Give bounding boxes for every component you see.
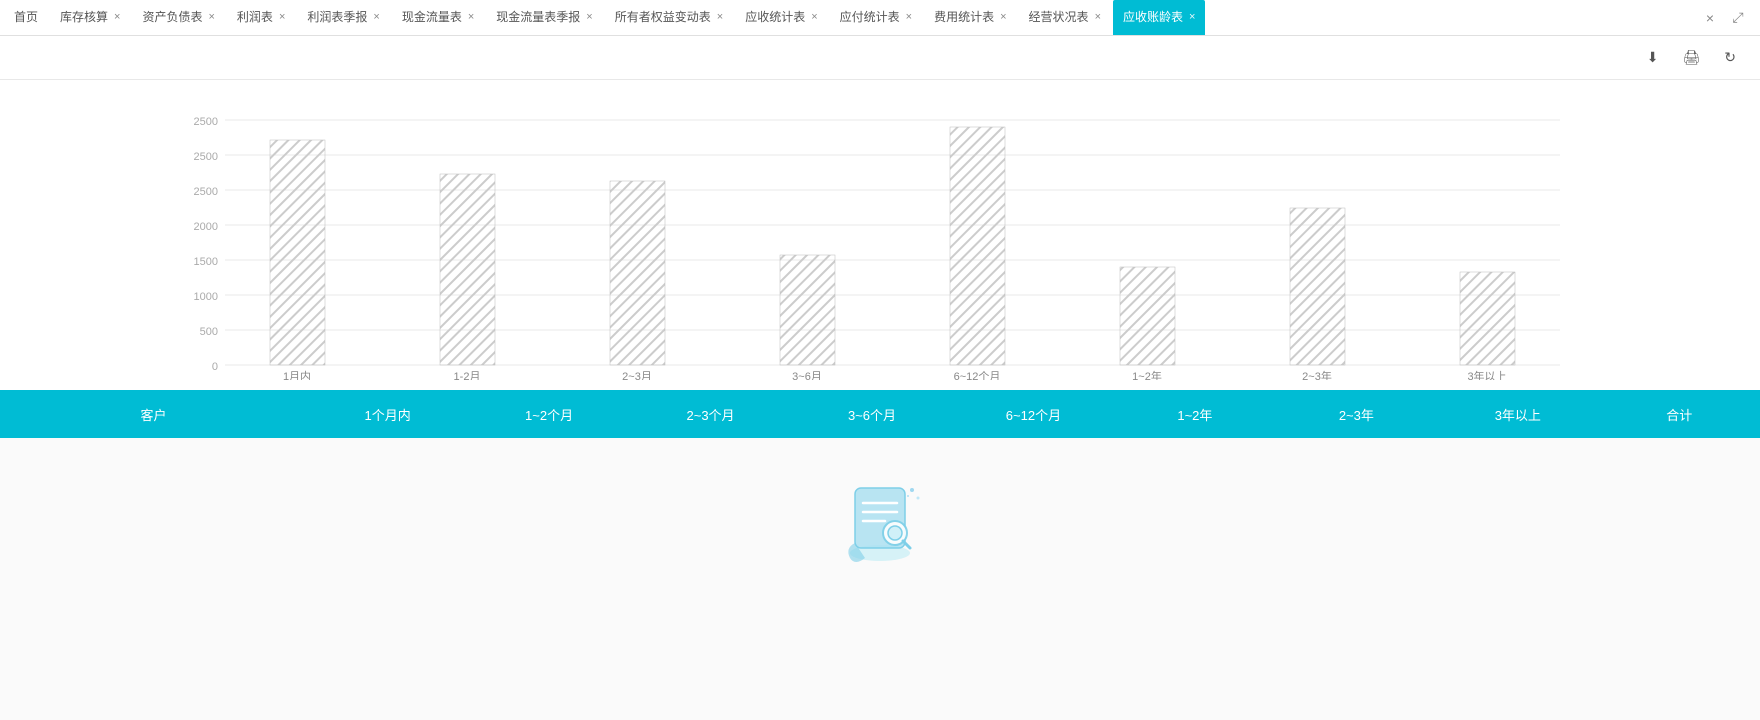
tab-label-ar-aging: 应收账龄表 bbox=[1123, 8, 1183, 25]
tab-close-ar-aging[interactable]: × bbox=[1189, 11, 1195, 23]
bar-6-12-month bbox=[950, 127, 1005, 365]
tab-close-cash-flow[interactable]: × bbox=[468, 11, 474, 23]
svg-text:2000: 2000 bbox=[194, 221, 218, 233]
table-header-9: 合计 bbox=[1599, 405, 1760, 424]
empty-state bbox=[0, 438, 1760, 568]
tab-profit[interactable]: 利润表 × bbox=[227, 0, 295, 36]
table-header: 客户1个月内1~2个月2~3个月3~6个月6~12个月1~2年2~3年3年以上合… bbox=[0, 390, 1760, 438]
table-header-0: 客户 bbox=[0, 405, 307, 424]
tab-label-equity: 所有者权益变动表 bbox=[615, 8, 711, 25]
tab-profit-quarterly[interactable]: 利润表季报 × bbox=[297, 0, 389, 36]
svg-text:0: 0 bbox=[212, 361, 218, 373]
tab-cash-flow[interactable]: 现金流量表 × bbox=[392, 0, 484, 36]
maximize-button[interactable]: ⤢ bbox=[1728, 8, 1748, 28]
tab-label-balance-sheet: 资产负债表 bbox=[142, 8, 202, 25]
table-header-7: 2~3年 bbox=[1276, 405, 1437, 424]
tab-ar-aging[interactable]: 应收账龄表 × bbox=[1113, 0, 1205, 36]
svg-text:1月内: 1月内 bbox=[283, 369, 311, 380]
bar-2-3-year bbox=[1290, 208, 1345, 365]
bar-chart: 0 500 1000 1500 2000 2500 2500 2500 bbox=[30, 100, 1730, 380]
svg-text:2500: 2500 bbox=[194, 151, 218, 163]
tab-label-operation: 经营状况表 bbox=[1029, 8, 1089, 25]
header-actions: ⬇ 🖨 ↻ bbox=[1647, 49, 1740, 66]
svg-text:1~2年: 1~2年 bbox=[1132, 369, 1162, 380]
tab-close-receivable-stat[interactable]: × bbox=[811, 11, 817, 23]
svg-text:3年以上: 3年以上 bbox=[1467, 369, 1506, 380]
print-button[interactable]: 🖨 bbox=[1682, 49, 1704, 66]
main-content: 0 500 1000 1500 2000 2500 2500 2500 bbox=[0, 80, 1760, 720]
tab-label-profit-quarterly: 利润表季报 bbox=[307, 8, 367, 25]
tab-close-operation[interactable]: × bbox=[1095, 11, 1101, 23]
empty-icon bbox=[830, 468, 930, 568]
tab-label-home: 首页 bbox=[14, 8, 38, 25]
table-header-8: 3年以上 bbox=[1437, 405, 1598, 424]
tab-balance-sheet[interactable]: 资产负债表 × bbox=[132, 0, 224, 36]
tab-label-payable-stat: 应付统计表 bbox=[840, 8, 900, 25]
table-body bbox=[0, 438, 1760, 720]
tab-expense-stat[interactable]: 费用统计表 × bbox=[924, 0, 1016, 36]
table-header-5: 6~12个月 bbox=[953, 405, 1114, 424]
svg-text:1-2月: 1-2月 bbox=[454, 371, 481, 380]
download-icon: ⬇ bbox=[1647, 49, 1659, 66]
table-header-1: 1个月内 bbox=[307, 405, 468, 424]
chart-container: 0 500 1000 1500 2000 2500 2500 2500 bbox=[30, 100, 1730, 380]
tab-close-equity[interactable]: × bbox=[717, 11, 723, 23]
bar-2-3-month bbox=[610, 181, 665, 365]
svg-text:2~3年: 2~3年 bbox=[1302, 369, 1332, 380]
table-header-6: 1~2年 bbox=[1114, 405, 1275, 424]
svg-text:6~12个月: 6~12个月 bbox=[954, 370, 1001, 380]
bar-1-month bbox=[270, 140, 325, 365]
svg-text:1500: 1500 bbox=[194, 256, 218, 268]
svg-text:1000: 1000 bbox=[194, 291, 218, 303]
tab-label-cash-flow: 现金流量表 bbox=[402, 8, 462, 25]
tab-label-expense-stat: 费用统计表 bbox=[934, 8, 994, 25]
window-controls: × ⤢ bbox=[1700, 8, 1756, 28]
bar-1-2-year bbox=[1120, 267, 1175, 365]
bar-1-2-month bbox=[440, 174, 495, 365]
bar-3plus-year bbox=[1460, 272, 1515, 365]
tab-label-receivable-stat: 应收统计表 bbox=[745, 8, 805, 25]
tab-close-balance-sheet[interactable]: × bbox=[208, 11, 214, 23]
tab-home[interactable]: 首页 bbox=[4, 0, 48, 36]
tab-close-expense-stat[interactable]: × bbox=[1000, 11, 1006, 23]
tab-cash-flow-quarterly[interactable]: 现金流量表季报 × bbox=[486, 0, 602, 36]
tab-inventory[interactable]: 库存核算 × bbox=[50, 0, 130, 36]
chart-area: 0 500 1000 1500 2000 2500 2500 2500 bbox=[0, 80, 1760, 390]
tab-payable-stat[interactable]: 应付统计表 × bbox=[830, 0, 922, 36]
tab-close-inventory[interactable]: × bbox=[114, 11, 120, 23]
tab-equity[interactable]: 所有者权益变动表 × bbox=[605, 0, 733, 36]
svg-text:500: 500 bbox=[200, 326, 218, 338]
svg-text:2500: 2500 bbox=[194, 186, 218, 198]
refresh-button[interactable]: ↻ bbox=[1724, 49, 1740, 66]
tab-close-profit-quarterly[interactable]: × bbox=[373, 11, 379, 23]
svg-text:3~6月: 3~6月 bbox=[792, 371, 822, 380]
tab-label-profit: 利润表 bbox=[237, 8, 273, 25]
svg-text:2~3月: 2~3月 bbox=[622, 371, 652, 380]
tab-operation[interactable]: 经营状况表 × bbox=[1019, 0, 1111, 36]
tab-label-inventory: 库存核算 bbox=[60, 8, 108, 25]
download-button[interactable]: ⬇ bbox=[1647, 49, 1663, 66]
tab-receivable-stat[interactable]: 应收统计表 × bbox=[735, 0, 827, 36]
print-icon: 🖨 bbox=[1682, 49, 1700, 66]
page-header: ⬇ 🖨 ↻ bbox=[0, 36, 1760, 80]
table-header-4: 3~6个月 bbox=[791, 405, 952, 424]
tab-close-profit[interactable]: × bbox=[279, 11, 285, 23]
table-header-2: 1~2个月 bbox=[468, 405, 629, 424]
refresh-icon: ↻ bbox=[1724, 49, 1736, 66]
tab-close-payable-stat[interactable]: × bbox=[906, 11, 912, 23]
table-header-3: 2~3个月 bbox=[630, 405, 791, 424]
tab-label-cash-flow-quarterly: 现金流量表季报 bbox=[496, 8, 580, 25]
tab-close-cash-flow-quarterly[interactable]: × bbox=[586, 11, 592, 23]
tab-bar: 首页库存核算×资产负债表×利润表×利润表季报×现金流量表×现金流量表季报×所有者… bbox=[0, 0, 1760, 36]
close-button[interactable]: × bbox=[1700, 8, 1720, 28]
svg-text:2500: 2500 bbox=[194, 116, 218, 128]
bar-3-6-month bbox=[780, 255, 835, 365]
